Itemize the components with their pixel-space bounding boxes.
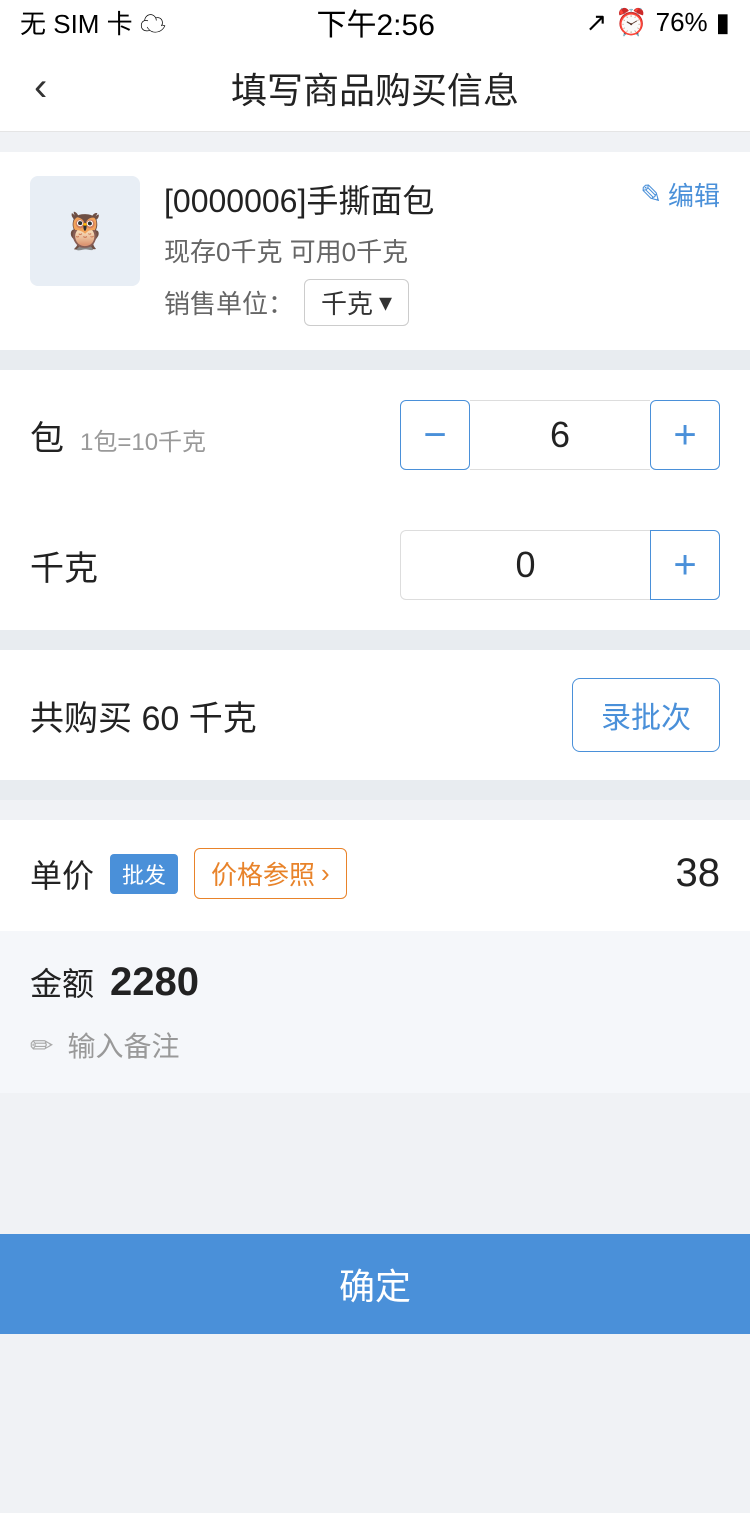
battery-label: 76% (656, 7, 708, 38)
kg-label: 千克 (30, 541, 98, 590)
product-thumbnail: 🦉 (30, 176, 140, 286)
amount-label: 金额 (30, 959, 94, 1005)
unit-label: 销售单位： (164, 284, 294, 321)
divider-2 (0, 630, 750, 650)
divider-3 (0, 780, 750, 800)
remark-row[interactable]: ✏ 输入备注 (30, 1025, 720, 1065)
confirm-button[interactable]: 确定 (0, 1234, 750, 1334)
status-time: 下午2:56 (316, 0, 434, 44)
price-ref-arrow: › (321, 858, 330, 889)
remark-icon: ✏ (30, 1029, 53, 1062)
remark-placeholder: 输入备注 (67, 1025, 179, 1065)
divider-1 (0, 350, 750, 370)
price-label: 单价 (30, 851, 94, 897)
location-icon: ↗ (585, 7, 607, 38)
unit-select[interactable]: 千克 ▾ (304, 279, 409, 326)
kg-plus-icon: + (673, 543, 696, 588)
back-button[interactable]: ‹ (24, 55, 57, 120)
kg-unit: 千克 (30, 541, 98, 590)
status-left: 无 SIM 卡 ☁ (20, 4, 166, 41)
kg-row: 千克 + (30, 500, 720, 630)
product-card: 🦉 [0000006]手撕面包 现存0千克 可用0千克 销售单位： 千克 ▾ ✎… (0, 152, 750, 350)
confirm-label: 确定 (339, 1258, 411, 1310)
summary-row: 共购买 60 千克 录批次 (0, 650, 750, 780)
bag-sublabel: 1包=10千克 (80, 422, 206, 457)
bag-row: 包 1包=10千克 − + (30, 370, 720, 500)
amount-row: 金额 2280 (30, 959, 720, 1005)
battery-icon: ▮ (716, 7, 730, 38)
plus-icon: + (673, 413, 696, 458)
edit-icon: ✎ (640, 179, 662, 210)
product-unit-row: 销售单位： 千克 ▾ (164, 279, 616, 326)
page-title: 填写商品购买信息 (231, 62, 519, 114)
bag-unit: 包 (30, 411, 64, 460)
sim-label: 无 SIM 卡 ☁ (20, 4, 166, 41)
bag-stepper: − + (400, 400, 720, 470)
price-value: 38 (676, 851, 721, 896)
alarm-icon: ⏰ (615, 7, 647, 38)
minus-icon: − (423, 413, 446, 458)
product-thumb-icon: 🦉 (63, 210, 108, 252)
price-row: 单价 批发 价格参照 › 38 (30, 848, 720, 899)
kg-input-group: + (400, 530, 720, 600)
summary-text: 共购买 60 千克 (30, 691, 257, 740)
price-reference-button[interactable]: 价格参照 › (194, 848, 347, 899)
bag-quantity-input[interactable] (470, 400, 650, 470)
amount-section: 金额 2280 ✏ 输入备注 (0, 931, 750, 1093)
back-icon: ‹ (34, 65, 47, 109)
kg-section: 千克 + (0, 500, 750, 630)
bag-plus-button[interactable]: + (650, 400, 720, 470)
nav-bar: ‹ 填写商品购买信息 (0, 44, 750, 132)
bag-label: 包 1包=10千克 (30, 411, 206, 460)
product-name: [0000006]手撕面包 (164, 176, 616, 222)
unit-drop-arrow: ▾ (379, 287, 392, 318)
kg-plus-button[interactable]: + (650, 530, 720, 600)
price-ref-text: 价格参照 (211, 855, 315, 892)
price-section: 单价 批发 价格参照 › 38 (0, 820, 750, 931)
product-stock: 现存0千克 可用0千克 (164, 232, 616, 269)
product-info: [0000006]手撕面包 现存0千克 可用0千克 销售单位： 千克 ▾ (164, 176, 616, 326)
bag-section: 包 1包=10千克 − + (0, 370, 750, 500)
edit-button[interactable]: ✎ 编辑 (640, 176, 720, 213)
batch-button[interactable]: 录批次 (572, 678, 720, 752)
status-right: ↗ ⏰ 76% ▮ (585, 7, 730, 38)
bag-minus-button[interactable]: − (400, 400, 470, 470)
kg-quantity-input[interactable] (400, 530, 650, 600)
status-bar: 无 SIM 卡 ☁ 下午2:56 ↗ ⏰ 76% ▮ (0, 0, 750, 44)
edit-label: 编辑 (668, 176, 720, 213)
unit-value: 千克 (321, 284, 373, 321)
amount-value: 2280 (110, 960, 199, 1005)
price-tag: 批发 (110, 854, 178, 894)
